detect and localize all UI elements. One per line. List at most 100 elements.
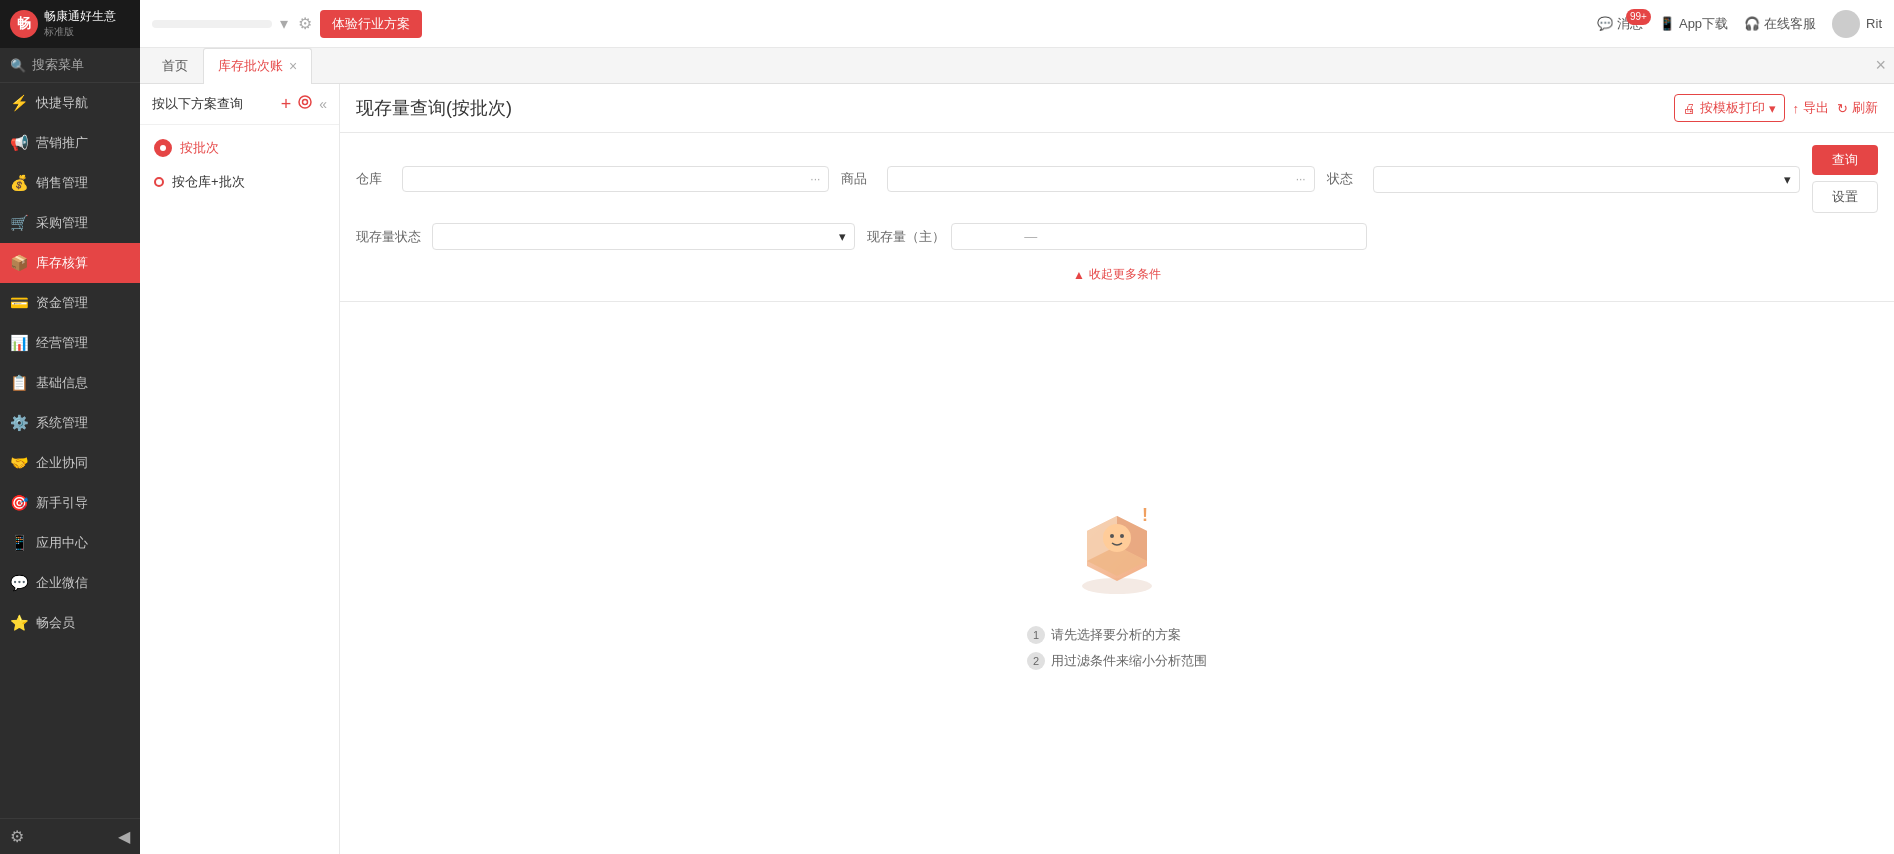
basic-icon: 📋	[10, 374, 28, 392]
warehouse-input[interactable]: ···	[402, 166, 829, 192]
inventory-icon: 📦	[10, 254, 28, 272]
scheme-item-batch[interactable]: 按批次	[140, 131, 339, 165]
tab-batch-inventory[interactable]: 库存批次账 ×	[203, 48, 312, 84]
stock-status-select[interactable]: ▾	[432, 223, 855, 250]
scheme-add-button[interactable]: +	[281, 95, 292, 113]
status-select[interactable]: ▾	[1373, 166, 1800, 193]
stock-status-dropdown-icon: ▾	[839, 229, 846, 244]
export-button[interactable]: ↑ 导出	[1793, 99, 1830, 117]
hint-num-2: 2	[1027, 652, 1045, 670]
action-buttons: 查询 设置	[1812, 145, 1878, 213]
tab-close-icon[interactable]: ×	[289, 59, 297, 73]
app-title: 畅康通好生意	[44, 9, 116, 25]
product-more-icon: ···	[1296, 172, 1306, 186]
empty-hints: 1 请先选择要分析的方案 2 用过滤条件来缩小分析范围	[1027, 626, 1207, 670]
sidebar-item-newbie[interactable]: 🎯 新手引导	[0, 483, 140, 523]
export-icon: ↑	[1793, 101, 1800, 116]
filter-row-2: 现存量状态 ▾ 现存量（主） —	[356, 223, 1878, 250]
scheme-active-icon	[154, 139, 172, 157]
wechat-icon: 💬	[10, 574, 28, 592]
sidebar-item-member[interactable]: ⭐ 畅会员	[0, 603, 140, 643]
marketing-icon: 📢	[10, 134, 28, 152]
sidebar-item-purchase[interactable]: 🛒 采购管理	[0, 203, 140, 243]
appstore-icon: 📱	[10, 534, 28, 552]
range-separator: —	[1024, 229, 1037, 244]
stock-qty-label: 现存量（主）	[867, 228, 945, 246]
sidebar-search[interactable]: 🔍 搜索菜单	[0, 48, 140, 83]
hint-item-1: 1 请先选择要分析的方案	[1027, 626, 1207, 644]
print-button[interactable]: 🖨 按模板打印 ▾	[1674, 94, 1785, 122]
sidebar: 畅 畅康通好生意 标准版 🔍 搜索菜单 ⚡ 快捷导航 📢 营销推广 💰 销售管理…	[0, 0, 140, 854]
message-icon: 💬	[1597, 16, 1613, 31]
print-dropdown-icon[interactable]: ▾	[1769, 101, 1776, 116]
collapse-up-icon: ▲	[1073, 268, 1085, 282]
hint-text-2: 用过滤条件来缩小分析范围	[1051, 652, 1207, 670]
scheme-panel-actions: + «	[281, 94, 327, 114]
svg-point-10	[1120, 534, 1124, 538]
finance-icon: 💳	[10, 294, 28, 312]
page-content: 按以下方案查询 + « 按批次	[140, 84, 1894, 854]
scheme-item-warehouse-batch[interactable]: 按仓库+批次	[140, 165, 339, 199]
filter-status: 状态 ▾	[1327, 166, 1800, 193]
sidebar-item-sales[interactable]: 💰 销售管理	[0, 163, 140, 203]
hint-text-1: 请先选择要分析的方案	[1051, 626, 1181, 644]
topbar-settings-icon[interactable]: ⚙	[298, 14, 312, 33]
query-button[interactable]: 查询	[1812, 145, 1878, 175]
settings-button[interactable]: 设置	[1812, 181, 1878, 213]
hint-num-1: 1	[1027, 626, 1045, 644]
stock-qty-min-input[interactable]	[960, 229, 1020, 244]
scheme-dot-icon	[154, 177, 164, 187]
footer-settings-icon[interactable]: ⚙	[10, 827, 24, 846]
customer-service-action[interactable]: 🎧 在线客服	[1744, 15, 1816, 33]
filter-stock-status: 现存量状态 ▾	[356, 223, 855, 250]
sidebar-footer: ⚙ ◀	[0, 818, 140, 854]
sidebar-item-operations[interactable]: 📊 经营管理	[0, 323, 140, 363]
tabs-close-all-button[interactable]: ×	[1875, 55, 1886, 76]
topbar-dropdown-icon[interactable]: ▾	[280, 14, 288, 33]
search-icon: 🔍	[10, 58, 26, 73]
topbar-search-box[interactable]	[152, 20, 272, 28]
app-download-action[interactable]: 📱 App下载	[1659, 15, 1728, 33]
warehouse-label: 仓库	[356, 170, 396, 188]
sidebar-item-appstore[interactable]: 📱 应用中心	[0, 523, 140, 563]
avatar	[1832, 10, 1860, 38]
sidebar-item-system[interactable]: ⚙️ 系统管理	[0, 403, 140, 443]
industry-solution-button[interactable]: 体验行业方案	[320, 10, 422, 38]
refresh-icon: ↻	[1837, 101, 1848, 116]
scheme-collapse-icon[interactable]: «	[319, 96, 327, 112]
message-action[interactable]: 💬 消息 99+	[1597, 15, 1643, 33]
filter-stock-qty: 现存量（主） —	[867, 223, 1366, 250]
operations-icon: 📊	[10, 334, 28, 352]
sidebar-item-inventory[interactable]: 📦 库存核算	[0, 243, 140, 283]
scheme-panel-title: 按以下方案查询	[152, 95, 243, 113]
scheme-settings-icon[interactable]	[297, 94, 313, 114]
right-area: 现存量查询(按批次) 🖨 按模板打印 ▾ ↑ 导出 ↻	[340, 84, 1894, 854]
app-info: 畅康通好生意 标准版	[44, 9, 116, 39]
sidebar-item-quicknav[interactable]: ⚡ 快捷导航	[0, 83, 140, 123]
sidebar-item-finance[interactable]: 💳 资金管理	[0, 283, 140, 323]
empty-illustration: !	[1057, 486, 1177, 606]
scheme-panel: 按以下方案查询 + « 按批次	[140, 84, 340, 854]
topbar-right: 💬 消息 99+ 📱 App下载 🎧 在线客服 Rit	[1597, 10, 1882, 38]
tab-home[interactable]: 首页	[148, 48, 203, 84]
tabs-bar: 首页 库存批次账 × ×	[140, 48, 1894, 84]
sidebar-item-basic[interactable]: 📋 基础信息	[0, 363, 140, 403]
sidebar-header: 畅 畅康通好生意 标准版	[0, 0, 140, 48]
sidebar-item-wechat[interactable]: 💬 企业微信	[0, 563, 140, 603]
refresh-button[interactable]: ↻ 刷新	[1837, 99, 1878, 117]
printer-icon: 🖨	[1683, 101, 1696, 116]
svg-text:!: !	[1142, 505, 1148, 525]
collapse-bar[interactable]: ▲ 收起更多条件	[356, 260, 1878, 289]
footer-collapse-icon[interactable]: ◀	[118, 827, 130, 846]
stock-qty-max-input[interactable]	[1041, 229, 1101, 244]
product-label: 商品	[841, 170, 881, 188]
filter-product: 商品 ···	[841, 166, 1314, 192]
hint-item-2: 2 用过滤条件来缩小分析范围	[1027, 652, 1207, 670]
sidebar-item-collab[interactable]: 🤝 企业协同	[0, 443, 140, 483]
page-header-actions: 🖨 按模板打印 ▾ ↑ 导出 ↻ 刷新	[1674, 94, 1879, 122]
sales-icon: 💰	[10, 174, 28, 192]
svg-point-9	[1110, 534, 1114, 538]
user-action[interactable]: Rit	[1832, 10, 1882, 38]
sidebar-item-marketing[interactable]: 📢 营销推广	[0, 123, 140, 163]
product-input[interactable]: ···	[887, 166, 1314, 192]
